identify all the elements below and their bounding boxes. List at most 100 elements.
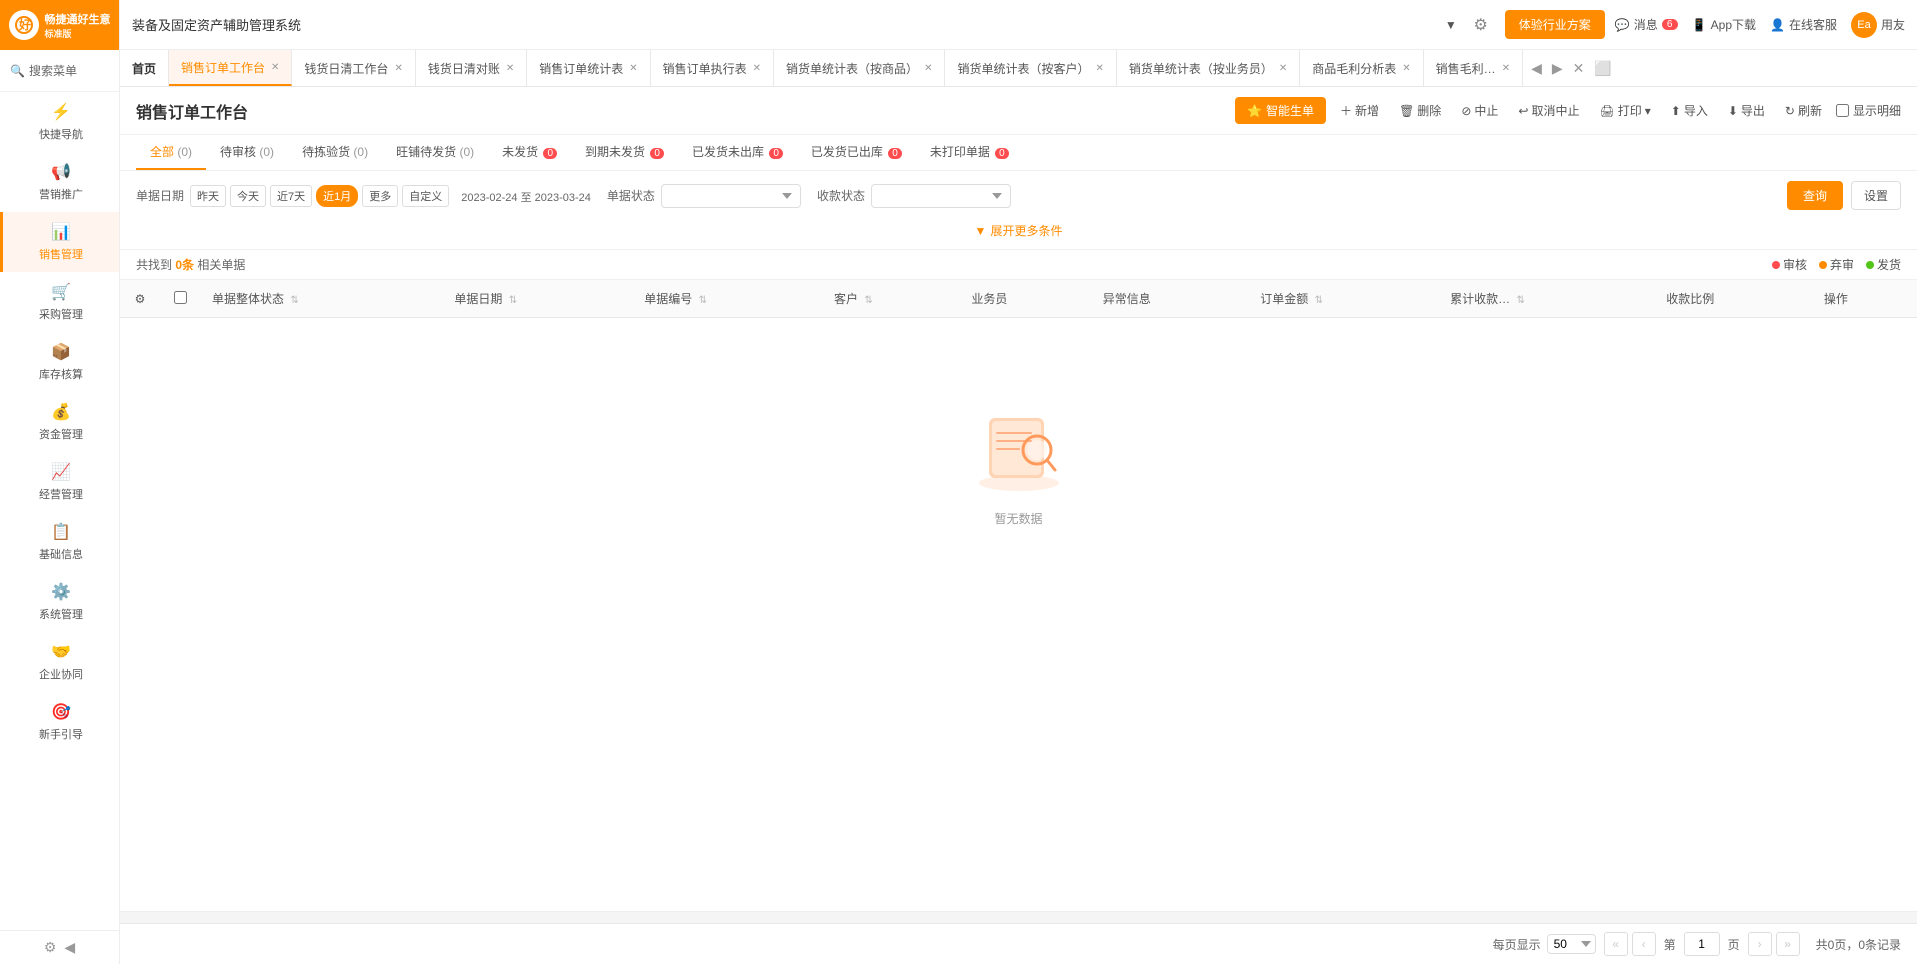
refresh-button[interactable]: ↻ 刷新	[1779, 98, 1828, 123]
sort-collected-icon[interactable]: ⇅	[1516, 295, 1524, 306]
tab-close-sales-exec[interactable]: ✕	[753, 63, 761, 74]
tab-home[interactable]: 首页	[120, 50, 169, 86]
payment-filter-select[interactable]	[871, 184, 1011, 208]
tab-cash-reconcile[interactable]: 钱货日清对账 ✕	[416, 50, 527, 86]
tab-sales-stat[interactable]: 销售订单统计表 ✕	[527, 50, 650, 86]
sidebar-item-inventory[interactable]: 📦 库存核算	[0, 332, 119, 392]
sidebar-item-operations[interactable]: 📈 经营管理	[0, 452, 119, 512]
filter-tab-all[interactable]: 全部 (0)	[136, 135, 206, 170]
review-action[interactable]: 审核	[1772, 256, 1807, 273]
date-btn-today[interactable]: 今天	[230, 185, 266, 207]
review-dot	[1772, 261, 1780, 269]
sidebar-item-finance[interactable]: 💰 资金管理	[0, 392, 119, 452]
next-page-button[interactable]: ›	[1748, 932, 1772, 956]
tab-close-more[interactable]: ✕	[1502, 63, 1510, 74]
filter-tab-unprinted[interactable]: 未打印单据 0	[916, 135, 1023, 170]
th-abnormal: 异常信息	[1091, 280, 1249, 318]
tab-close-customer[interactable]: ✕	[1095, 63, 1103, 74]
import-button[interactable]: ⬆ 导入	[1665, 98, 1714, 123]
filter-tab-pending-review[interactable]: 待审核 (0)	[206, 135, 288, 170]
tabs-prev-button[interactable]: ◀	[1527, 58, 1546, 79]
message-button[interactable]: 💬 消息 6	[1615, 16, 1678, 33]
sidebar-item-system[interactable]: ⚙️ 系统管理	[0, 572, 119, 632]
date-btn-more[interactable]: 更多	[362, 185, 398, 207]
tabs-expand-button[interactable]: ⬜	[1590, 58, 1615, 79]
status-filter-select[interactable]	[661, 184, 801, 208]
tab-goods-margin[interactable]: 商品毛利分析表 ✕	[1300, 50, 1423, 86]
date-btn-custom[interactable]: 自定义	[402, 185, 449, 207]
sidebar-item-base-info[interactable]: 📋 基础信息	[0, 512, 119, 572]
tabs-close-all-button[interactable]: ✕	[1569, 58, 1589, 79]
select-all-checkbox[interactable]	[174, 291, 187, 304]
tab-close-staff[interactable]: ✕	[1279, 63, 1287, 74]
delete-button[interactable]: 🗑 删除	[1393, 98, 1447, 123]
tab-close-sales-order[interactable]: ✕	[271, 62, 279, 73]
online-service-button[interactable]: 👤 在线客服	[1770, 16, 1837, 33]
tab-sales-more[interactable]: 销售毛利… ✕	[1424, 50, 1523, 86]
sidebar-settings-button[interactable]: ⚙	[44, 939, 57, 956]
sidebar-item-purchase[interactable]: 🛒 采购管理	[0, 272, 119, 332]
print-button[interactable]: 🖨 打印 ▾	[1593, 98, 1656, 123]
last-page-button[interactable]: »	[1776, 932, 1800, 956]
sidebar-item-label: 系统管理	[39, 606, 83, 622]
tab-sales-stat-product[interactable]: 销货单统计表（按商品） ✕	[774, 50, 945, 86]
filter-tab-expired[interactable]: 到期未发货 0	[571, 135, 678, 170]
prev-page-button[interactable]: ‹	[1632, 932, 1656, 956]
per-page-select[interactable]: 20 50 100	[1547, 934, 1596, 954]
search-menu-button[interactable]: 🔍 搜索菜单	[6, 58, 113, 83]
stop-button[interactable]: ⊘ 中止	[1455, 98, 1504, 123]
tab-sales-stat-staff[interactable]: 销货单统计表（按业务员） ✕	[1117, 50, 1300, 86]
tab-close-margin[interactable]: ✕	[1402, 63, 1410, 74]
page-number-input[interactable]	[1684, 932, 1720, 956]
show-detail-checkbox[interactable]: 显示明细	[1836, 102, 1901, 119]
smart-generate-button[interactable]: ⭐ 智能生单	[1235, 97, 1326, 124]
filter-tab-unshipped[interactable]: 未发货 0	[488, 135, 571, 170]
sidebar-item-quick-nav[interactable]: ⚡ 快捷导航	[0, 92, 119, 152]
tab-close-sales-stat[interactable]: ✕	[629, 63, 637, 74]
th-checkbox[interactable]	[160, 280, 200, 318]
export-button[interactable]: ⬇ 导出	[1722, 98, 1771, 123]
app-download-button[interactable]: 📱 App下载	[1692, 16, 1756, 33]
sidebar-item-enterprise[interactable]: 🤝 企业协同	[0, 632, 119, 692]
tabs-next-button[interactable]: ▶	[1548, 58, 1567, 79]
filter-tab-wangpu[interactable]: 旺铺待发货 (0)	[382, 135, 488, 170]
add-button[interactable]: ＋ 新增	[1334, 98, 1385, 123]
cancel-action[interactable]: 弃审	[1819, 256, 1854, 273]
horizontal-scrollbar[interactable]	[120, 911, 1917, 923]
date-btn-1month[interactable]: 近1月	[316, 185, 358, 207]
sort-customer-icon[interactable]: ⇅	[864, 295, 872, 306]
sort-date-icon[interactable]: ⇅	[509, 295, 517, 306]
user-menu[interactable]: Ea 用友	[1851, 12, 1905, 38]
show-detail-input[interactable]	[1836, 104, 1849, 117]
sort-amount-icon[interactable]: ⇅	[1315, 295, 1323, 306]
tab-close-product[interactable]: ✕	[924, 63, 932, 74]
tab-close-cash-daily[interactable]: ✕	[394, 63, 402, 74]
sidebar-item-guide[interactable]: 🎯 新手引导	[0, 692, 119, 752]
th-settings[interactable]: ⚙	[120, 280, 160, 318]
sidebar-item-sales[interactable]: 📊 销售管理	[0, 212, 119, 272]
filter-tab-shipped-out[interactable]: 已发货已出库 0	[797, 135, 916, 170]
first-page-button[interactable]: «	[1604, 932, 1628, 956]
sidebar-collapse-button[interactable]: ◀	[64, 939, 75, 956]
tab-sales-exec[interactable]: 销售订单执行表 ✕	[651, 50, 774, 86]
date-btn-7days[interactable]: 近7天	[270, 185, 312, 207]
expand-filter-button[interactable]: ▼ 展开更多条件	[975, 222, 1063, 239]
tab-sales-stat-customer[interactable]: 销货单统计表（按客户） ✕	[945, 50, 1116, 86]
system-dropdown[interactable]: ▼	[1445, 18, 1457, 32]
tab-close-cash-reconcile[interactable]: ✕	[506, 63, 514, 74]
filter-tab-pending-inspect[interactable]: 待拣验货 (0)	[288, 135, 382, 170]
sort-status-icon[interactable]: ⇅	[290, 295, 298, 306]
date-btn-yesterday[interactable]: 昨天	[190, 185, 226, 207]
sort-number-icon[interactable]: ⇅	[699, 295, 707, 306]
tab-cash-daily[interactable]: 钱货日清工作台 ✕	[292, 50, 415, 86]
sidebar-search[interactable]: 🔍 搜索菜单	[0, 50, 119, 92]
settings-filter-button[interactable]: 设置	[1851, 181, 1901, 210]
search-button[interactable]: 查询	[1787, 181, 1843, 210]
sidebar-item-marketing[interactable]: 📢 营销推广	[0, 152, 119, 212]
tab-sales-order[interactable]: 销售订单工作台 ✕	[169, 50, 292, 86]
industry-solution-button[interactable]: 体验行业方案	[1505, 10, 1605, 39]
cancel-stop-button[interactable]: ↩ 取消中止	[1512, 98, 1585, 123]
ship-action[interactable]: 发货	[1866, 256, 1901, 273]
header-settings-button[interactable]: ⚙	[1467, 11, 1495, 39]
filter-tab-shipped-not-out[interactable]: 已发货未出库 0	[678, 135, 797, 170]
